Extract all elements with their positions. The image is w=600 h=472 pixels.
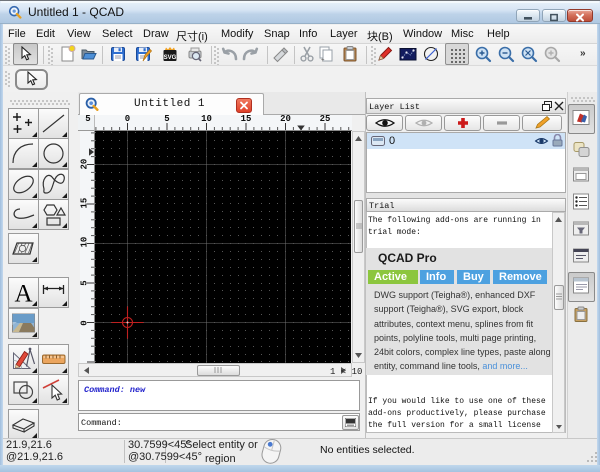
svg-text:A: A <box>14 281 32 308</box>
svg-text:SVG: SVG <box>164 55 177 61</box>
svg-text:+: + <box>321 58 325 63</box>
